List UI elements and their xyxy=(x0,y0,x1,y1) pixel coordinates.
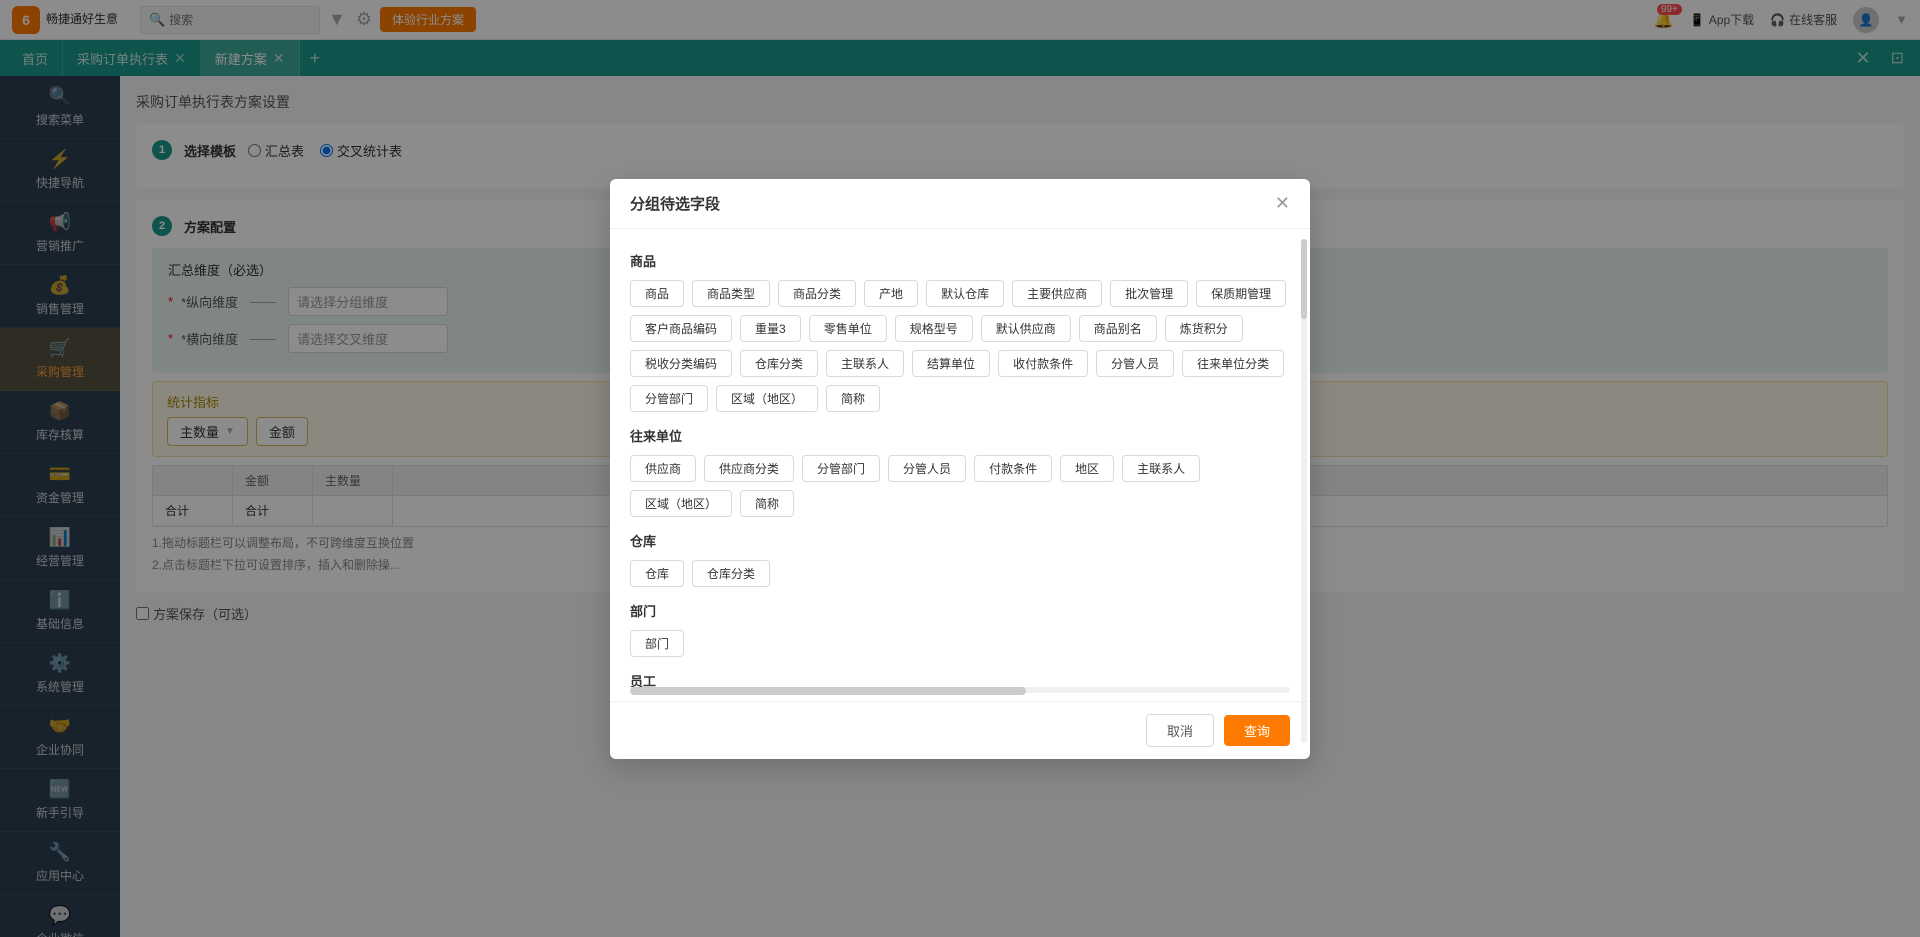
field-tag-goods-20[interactable]: 分管人员 xyxy=(1096,350,1174,377)
field-tag-goods-2[interactable]: 商品分类 xyxy=(778,280,856,307)
field-tag-goods-9[interactable]: 重量3 xyxy=(740,315,801,342)
modal-body: 商品 商品 商品类型 商品分类 产地 默认仓库 主要供应商 批次管理 保质期管理… xyxy=(610,229,1310,687)
field-grid-department: 部门 xyxy=(630,630,1290,657)
field-tag-goods-12[interactable]: 默认供应商 xyxy=(981,315,1071,342)
field-tag-partner-6[interactable]: 主联系人 xyxy=(1122,455,1200,482)
field-tag-partner-8[interactable]: 简称 xyxy=(740,490,794,517)
field-tag-partner-2[interactable]: 分管部门 xyxy=(802,455,880,482)
field-tag-goods-5[interactable]: 主要供应商 xyxy=(1012,280,1102,307)
modal-scrollbar-thumb xyxy=(1301,239,1307,319)
section-title-partner: 往来单位 xyxy=(630,426,1290,445)
field-tag-goods-3[interactable]: 产地 xyxy=(864,280,918,307)
field-tag-goods-7[interactable]: 保质期管理 xyxy=(1196,280,1286,307)
section-title-goods: 商品 xyxy=(630,251,1290,270)
field-tag-goods-18[interactable]: 结算单位 xyxy=(912,350,990,377)
field-grid-goods: 商品 商品类型 商品分类 产地 默认仓库 主要供应商 批次管理 保质期管理 客户… xyxy=(630,280,1290,412)
modal-overlay[interactable]: 分组待选字段 ✕ 商品 商品 商品类型 商品分类 产地 默认仓库 主要供应商 批… xyxy=(0,0,1920,937)
modal-title: 分组待选字段 xyxy=(630,193,720,214)
field-tag-goods-4[interactable]: 默认仓库 xyxy=(926,280,1004,307)
field-tag-dept-0[interactable]: 部门 xyxy=(630,630,684,657)
section-title-warehouse: 仓库 xyxy=(630,531,1290,550)
field-tag-partner-4[interactable]: 付款条件 xyxy=(974,455,1052,482)
field-tag-goods-24[interactable]: 简称 xyxy=(826,385,880,412)
confirm-button[interactable]: 查询 xyxy=(1224,715,1290,746)
section-title-employee: 员工 xyxy=(630,671,1290,687)
section-title-department: 部门 xyxy=(630,601,1290,620)
field-tag-goods-6[interactable]: 批次管理 xyxy=(1110,280,1188,307)
field-grid-partner: 供应商 供应商分类 分管部门 分管人员 付款条件 地区 主联系人 区域（地区） … xyxy=(630,455,1290,517)
field-tag-partner-1[interactable]: 供应商分类 xyxy=(704,455,794,482)
modal-close-button[interactable]: ✕ xyxy=(1275,193,1290,214)
modal-hscroll[interactable] xyxy=(630,687,1290,693)
field-tag-goods-13[interactable]: 商品别名 xyxy=(1079,315,1157,342)
field-tag-goods-8[interactable]: 客户商品编码 xyxy=(630,315,732,342)
field-tag-goods-19[interactable]: 收付款条件 xyxy=(998,350,1088,377)
field-tag-goods-14[interactable]: 炼货积分 xyxy=(1165,315,1243,342)
cancel-button[interactable]: 取消 xyxy=(1146,714,1214,747)
field-tag-goods-16[interactable]: 仓库分类 xyxy=(740,350,818,377)
field-tag-goods-21[interactable]: 往来单位分类 xyxy=(1182,350,1284,377)
field-tag-goods-15[interactable]: 税收分类编码 xyxy=(630,350,732,377)
field-tag-partner-5[interactable]: 地区 xyxy=(1060,455,1114,482)
field-tag-goods-1[interactable]: 商品类型 xyxy=(692,280,770,307)
modal-hscroll-thumb xyxy=(630,687,1026,695)
field-selection-modal: 分组待选字段 ✕ 商品 商品 商品类型 商品分类 产地 默认仓库 主要供应商 批… xyxy=(610,179,1310,759)
modal-scrollbar[interactable] xyxy=(1301,239,1307,743)
field-tag-goods-11[interactable]: 规格型号 xyxy=(895,315,973,342)
field-tag-goods-23[interactable]: 区域（地区） xyxy=(716,385,818,412)
field-grid-warehouse: 仓库 仓库分类 xyxy=(630,560,1290,587)
modal-footer: 取消 查询 xyxy=(610,701,1310,759)
field-tag-warehouse-0[interactable]: 仓库 xyxy=(630,560,684,587)
field-tag-partner-0[interactable]: 供应商 xyxy=(630,455,696,482)
modal-header: 分组待选字段 ✕ xyxy=(610,179,1310,229)
field-tag-warehouse-1[interactable]: 仓库分类 xyxy=(692,560,770,587)
field-tag-partner-7[interactable]: 区域（地区） xyxy=(630,490,732,517)
field-tag-goods-17[interactable]: 主联系人 xyxy=(826,350,904,377)
field-tag-goods-0[interactable]: 商品 xyxy=(630,280,684,307)
field-tag-goods-10[interactable]: 零售单位 xyxy=(809,315,887,342)
field-tag-goods-22[interactable]: 分管部门 xyxy=(630,385,708,412)
field-tag-partner-3[interactable]: 分管人员 xyxy=(888,455,966,482)
